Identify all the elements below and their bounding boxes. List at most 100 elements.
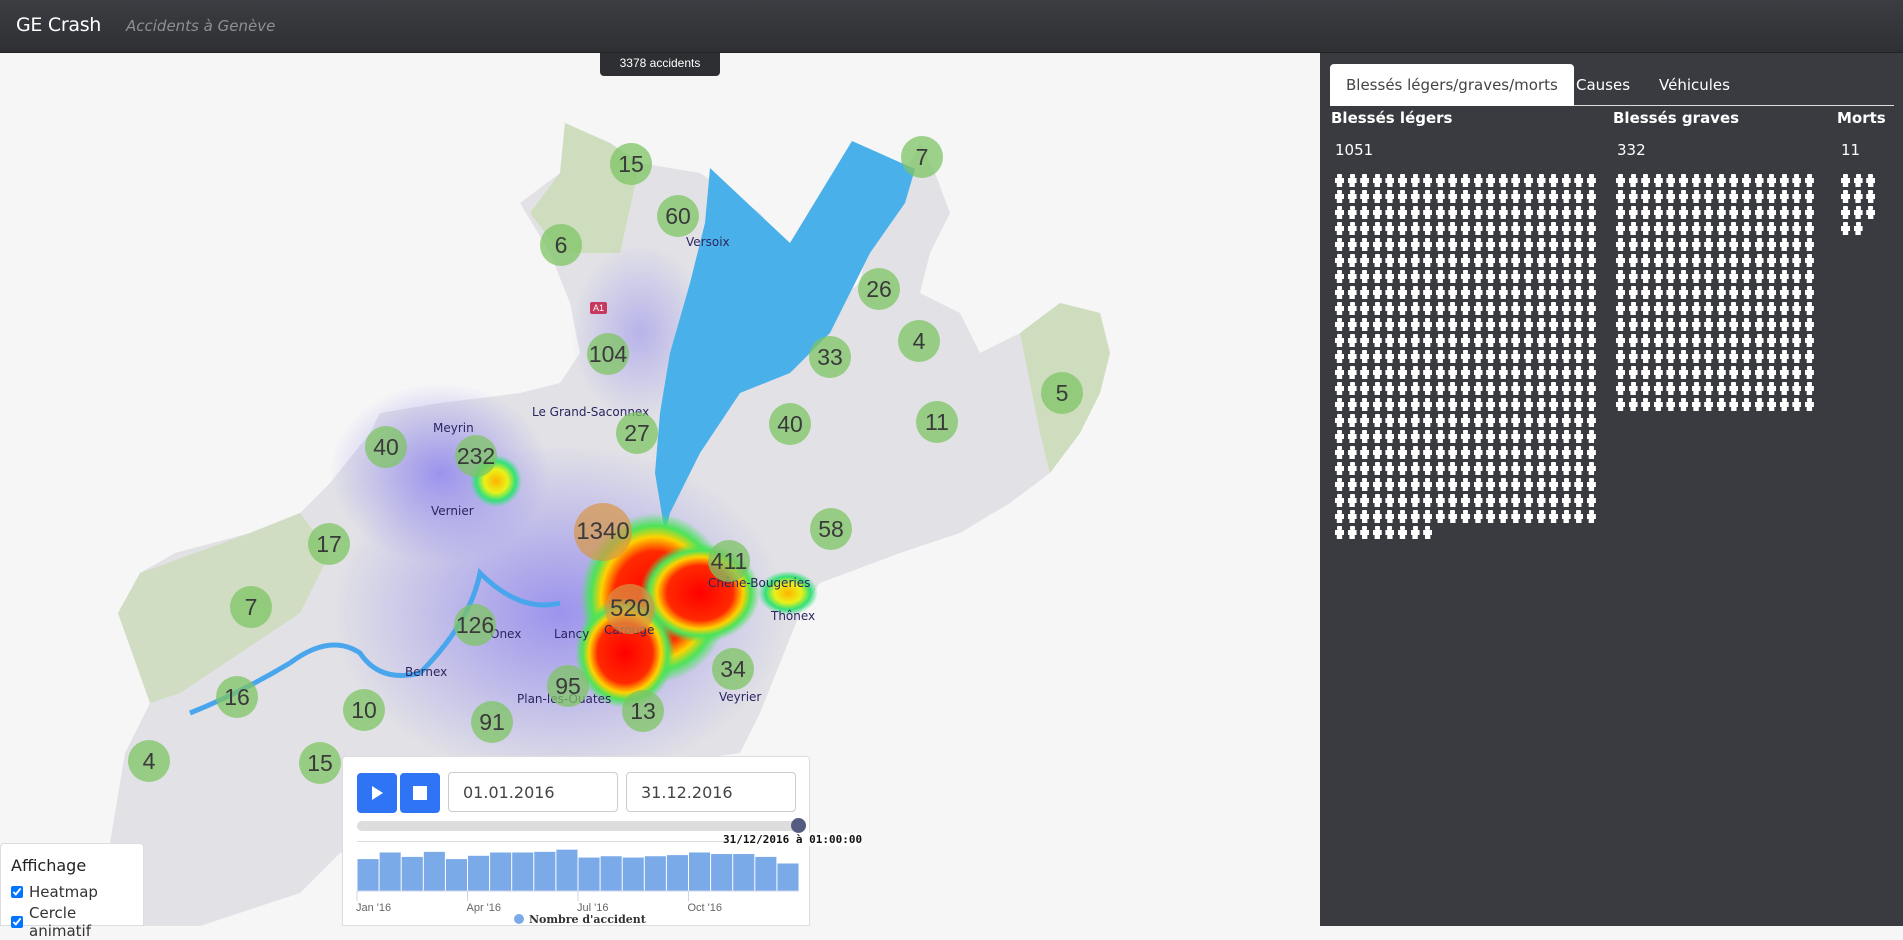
- light-injuries-column: Blessés légers 1051: [1331, 109, 1452, 159]
- person-icon: [1498, 349, 1509, 365]
- tab-injuries[interactable]: Blessés légers/graves/morts: [1330, 64, 1574, 106]
- person-icon: [1485, 333, 1496, 349]
- cluster-marker[interactable]: 7: [901, 136, 943, 178]
- animated-circle-option[interactable]: Cercle animatif: [11, 904, 133, 940]
- bar[interactable]: [600, 856, 622, 891]
- cluster-marker[interactable]: 126: [454, 604, 496, 646]
- person-icon: [1716, 397, 1727, 413]
- bar[interactable]: [401, 856, 423, 891]
- person-icon: [1653, 365, 1664, 381]
- bar[interactable]: [777, 863, 799, 892]
- cluster-marker[interactable]: 40: [769, 403, 811, 445]
- person-icon: [1397, 381, 1408, 397]
- heatmap-option[interactable]: Heatmap: [11, 883, 133, 901]
- road-badge-a1: A1: [590, 302, 608, 314]
- cluster-marker[interactable]: 4: [898, 320, 940, 362]
- cluster-marker[interactable]: 6: [540, 224, 582, 266]
- tab-vehicles[interactable]: Véhicules: [1659, 64, 1730, 106]
- person-icon: [1678, 365, 1689, 381]
- cluster-marker[interactable]: 58: [810, 508, 852, 550]
- person-icon: [1586, 237, 1597, 253]
- person-icon: [1473, 301, 1484, 317]
- bar[interactable]: [357, 859, 379, 891]
- cluster-marker[interactable]: 11: [916, 401, 958, 443]
- cluster-marker[interactable]: 104: [587, 333, 629, 375]
- bar[interactable]: [644, 856, 666, 891]
- person-icon: [1741, 349, 1752, 365]
- cluster-marker[interactable]: 27: [616, 412, 658, 454]
- person-icon: [1510, 413, 1521, 429]
- person-icon: [1422, 445, 1433, 461]
- stop-button[interactable]: [400, 773, 440, 813]
- person-icon: [1716, 349, 1727, 365]
- brand[interactable]: GE Crash: [16, 14, 101, 36]
- cluster-marker[interactable]: 13: [622, 690, 664, 732]
- time-slider-thumb[interactable]: [791, 818, 806, 833]
- person-icon: [1384, 237, 1395, 253]
- person-icon: [1678, 381, 1689, 397]
- person-icon: [1447, 445, 1458, 461]
- bar[interactable]: [534, 851, 556, 891]
- cluster-marker[interactable]: 4: [128, 740, 170, 782]
- bar[interactable]: [578, 857, 600, 891]
- person-icon: [1615, 269, 1626, 285]
- person-icon: [1334, 349, 1345, 365]
- bar[interactable]: [689, 852, 711, 892]
- cluster-marker[interactable]: 91: [471, 701, 513, 743]
- person-icon: [1804, 349, 1815, 365]
- cluster-marker[interactable]: 5: [1041, 372, 1083, 414]
- bar[interactable]: [711, 854, 733, 891]
- person-icon: [1334, 493, 1345, 509]
- play-button[interactable]: [357, 773, 397, 813]
- person-icon: [1691, 381, 1702, 397]
- person-icon: [1397, 349, 1408, 365]
- person-icon: [1384, 349, 1395, 365]
- end-date-input[interactable]: [626, 772, 796, 812]
- cluster-marker[interactable]: 17: [308, 523, 350, 565]
- cluster-marker[interactable]: 7: [230, 586, 272, 628]
- time-slider-track[interactable]: [357, 821, 797, 831]
- person-icon: [1691, 333, 1702, 349]
- cluster-marker[interactable]: 1340: [574, 503, 632, 561]
- person-icon: [1435, 285, 1446, 301]
- person-icon: [1510, 445, 1521, 461]
- cluster-marker[interactable]: 40: [365, 426, 407, 468]
- bar[interactable]: [622, 857, 644, 891]
- bar[interactable]: [512, 852, 534, 892]
- person-icon: [1678, 269, 1689, 285]
- bar[interactable]: [556, 849, 578, 891]
- bar[interactable]: [445, 859, 467, 891]
- person-icon: [1372, 413, 1383, 429]
- cluster-marker[interactable]: 15: [299, 742, 341, 784]
- person-icon: [1615, 349, 1626, 365]
- animated-circle-checkbox[interactable]: [11, 916, 23, 928]
- person-icon: [1615, 317, 1626, 333]
- cluster-marker[interactable]: 10: [343, 689, 385, 731]
- cluster-marker[interactable]: 26: [858, 268, 900, 310]
- bar[interactable]: [733, 854, 755, 891]
- person-icon: [1523, 173, 1534, 189]
- cluster-marker[interactable]: 15: [610, 143, 652, 185]
- person-icon: [1536, 269, 1547, 285]
- cluster-marker[interactable]: 16: [216, 676, 258, 718]
- bar[interactable]: [666, 855, 688, 891]
- bar[interactable]: [755, 856, 777, 891]
- person-icon: [1615, 237, 1626, 253]
- bar[interactable]: [423, 851, 445, 891]
- start-date-input[interactable]: [448, 772, 618, 812]
- cluster-marker[interactable]: 60: [657, 195, 699, 237]
- bar[interactable]: [490, 852, 512, 892]
- person-icon: [1384, 221, 1395, 237]
- bar[interactable]: [468, 855, 490, 891]
- legend-label[interactable]: Nombre d'accident: [529, 913, 647, 926]
- bar[interactable]: [379, 852, 401, 892]
- person-icon: [1766, 349, 1777, 365]
- cluster-marker[interactable]: 95: [547, 665, 589, 707]
- cluster-marker[interactable]: 520: [605, 584, 655, 634]
- cluster-marker[interactable]: 411: [708, 540, 750, 582]
- tab-causes[interactable]: Causes: [1576, 64, 1630, 106]
- cluster-marker[interactable]: 34: [712, 648, 754, 690]
- heatmap-checkbox[interactable]: [11, 886, 23, 898]
- cluster-marker[interactable]: 33: [809, 336, 851, 378]
- cluster-marker[interactable]: 232: [455, 435, 497, 477]
